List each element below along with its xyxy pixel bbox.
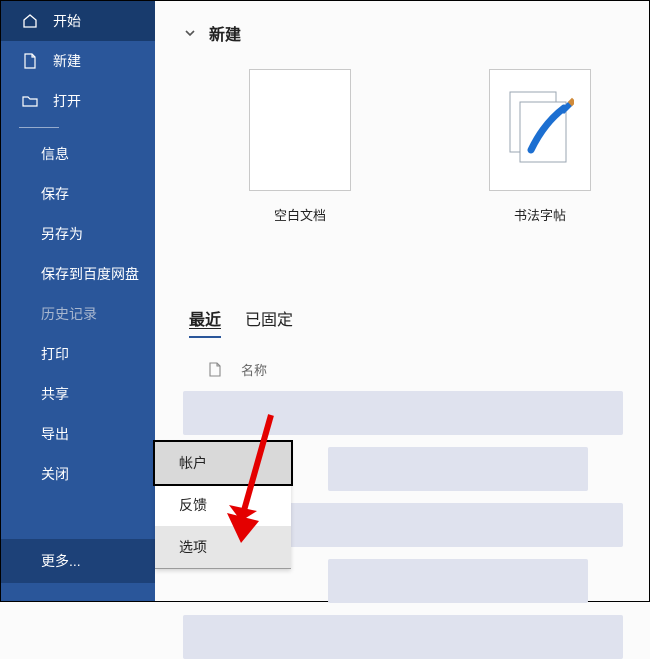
sidebar-item-start[interactable]: 开始 [1,1,155,41]
sidebar-item-label: 更多... [41,551,81,571]
tab-recent[interactable]: 最近 [189,306,221,338]
sidebar-divider [19,127,59,128]
flyout-item-label: 选项 [179,537,207,557]
template-blank[interactable]: 空白文档 [245,69,355,224]
list-item[interactable] [328,559,588,603]
calligraphy-icon [506,88,574,172]
flyout-item-options[interactable]: 选项 [155,526,291,568]
sidebar-item-history[interactable]: 历史记录 [1,294,155,334]
home-icon [21,13,39,29]
flyout-item-feedback[interactable]: 反馈 [155,484,291,526]
sidebar-item-label: 另存为 [41,224,83,244]
recent-list-header: 名称 [209,360,649,379]
sidebar: 开始 新建 打开 信息 保存 另存为 保存到百度网盘 历史记录 打印 共享 导出… [1,1,155,601]
document-icon [209,362,223,377]
folder-open-icon [21,94,39,108]
template-gallery: 空白文档 书法字帖 [245,69,649,224]
sidebar-item-label: 导出 [41,424,69,444]
flyout-item-account[interactable]: 帐户 [155,442,291,484]
section-title: 新建 [209,21,241,45]
sidebar-item-label: 新建 [53,51,81,71]
sidebar-item-save[interactable]: 保存 [1,174,155,214]
sidebar-item-label: 关闭 [41,464,69,484]
template-caption: 书法字帖 [514,205,566,224]
sidebar-item-export[interactable]: 导出 [1,414,155,454]
list-item[interactable] [183,391,623,435]
sidebar-item-new[interactable]: 新建 [1,41,155,81]
sidebar-item-label: 打开 [53,91,81,111]
sidebar-item-save-as[interactable]: 另存为 [1,214,155,254]
sidebar-item-close[interactable]: 关闭 [1,454,155,494]
template-caption: 空白文档 [274,205,326,224]
column-name: 名称 [241,360,267,379]
sidebar-item-label: 共享 [41,384,69,404]
template-thumbnail [489,69,591,191]
tab-pinned[interactable]: 已固定 [245,306,293,338]
list-item[interactable] [328,447,588,491]
template-thumbnail [249,69,351,191]
document-icon [21,53,39,69]
list-item[interactable] [183,615,623,659]
sidebar-item-share[interactable]: 共享 [1,374,155,414]
chevron-down-icon [183,26,197,40]
sidebar-item-label: 打印 [41,344,69,364]
sidebar-item-save-baidu[interactable]: 保存到百度网盘 [1,254,155,294]
sidebar-item-label: 信息 [41,144,69,164]
recent-tabs: 最近 已固定 [189,306,649,338]
template-calligraphy[interactable]: 书法字帖 [485,69,595,224]
sidebar-item-more[interactable]: 更多... [1,539,155,583]
sidebar-item-label: 保存到百度网盘 [41,264,139,284]
sidebar-item-info[interactable]: 信息 [1,134,155,174]
sidebar-item-print[interactable]: 打印 [1,334,155,374]
sidebar-item-label: 历史记录 [41,304,97,324]
sidebar-item-label: 开始 [53,11,81,31]
section-new-header[interactable]: 新建 [183,21,649,45]
sidebar-item-label: 保存 [41,184,69,204]
more-flyout-menu: 帐户 反馈 选项 [155,441,291,569]
flyout-item-label: 反馈 [179,495,207,515]
flyout-item-label: 帐户 [179,453,207,473]
sidebar-item-open[interactable]: 打开 [1,81,155,121]
